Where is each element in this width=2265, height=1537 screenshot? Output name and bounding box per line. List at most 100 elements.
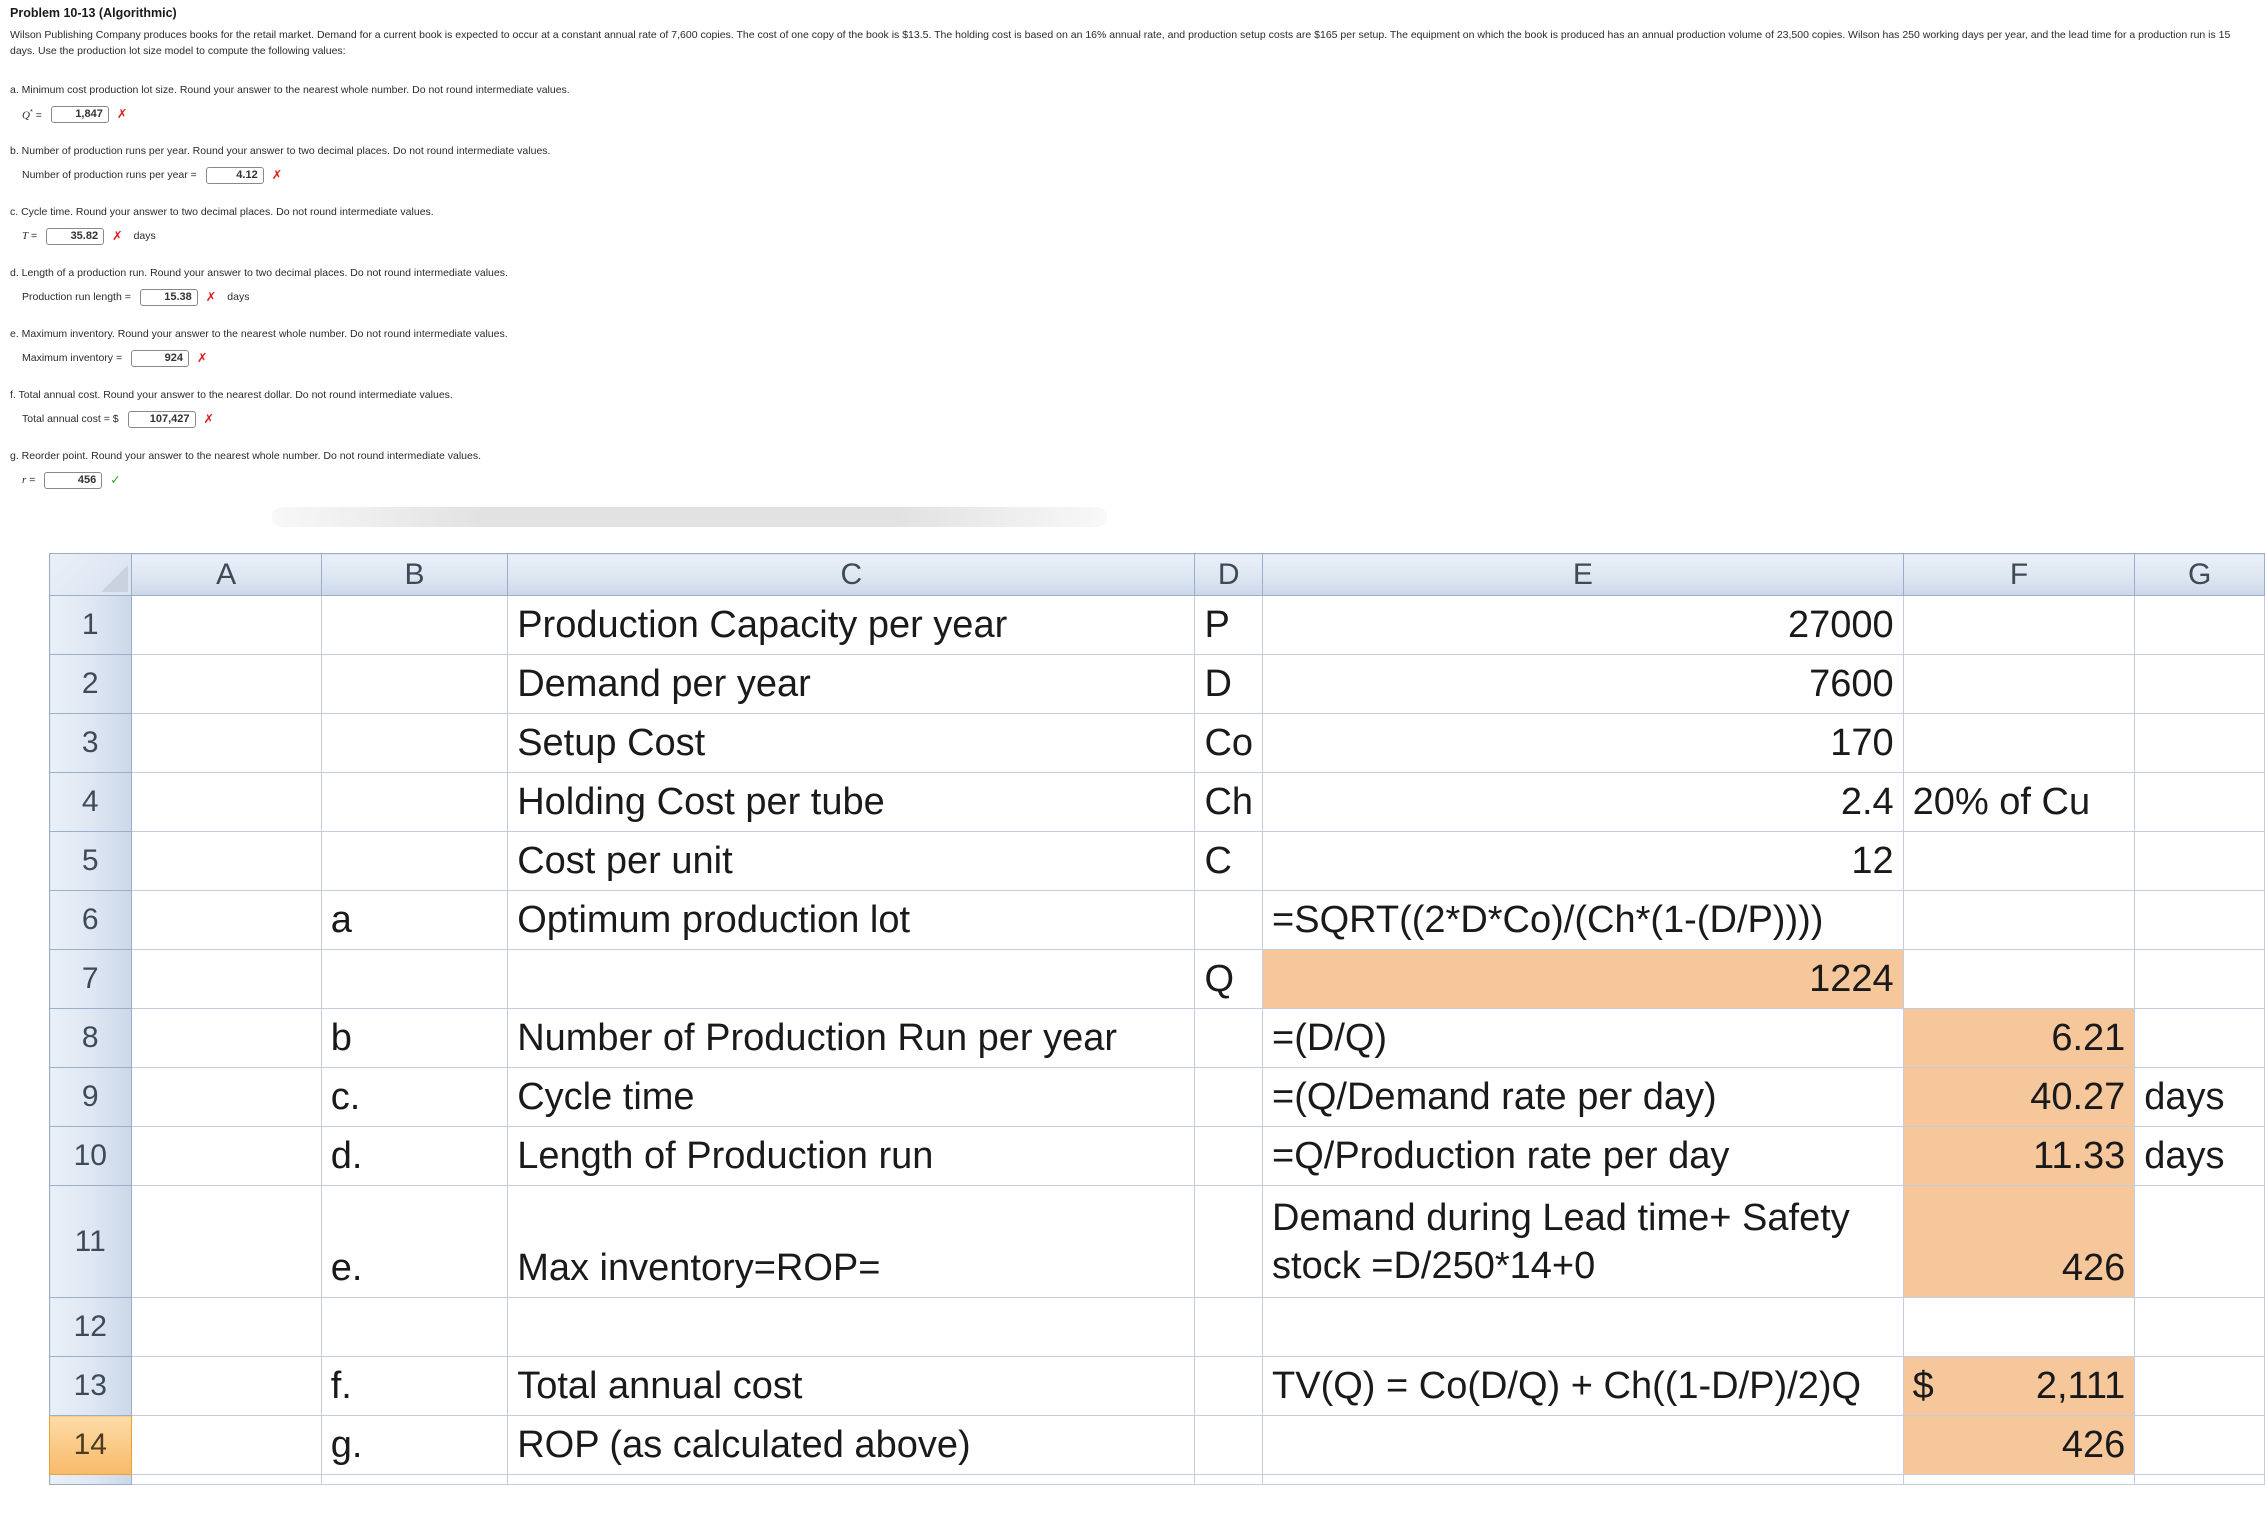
cell-G3 — [2134, 713, 2265, 773]
answer-input-c[interactable]: 35.82 — [46, 227, 105, 245]
page: Problem 10-13 (Algorithmic) Wilson Publi… — [0, 0, 2265, 1537]
column-header-E[interactable]: E — [1262, 553, 1904, 596]
row-header-7[interactable]: 7 — [49, 949, 132, 1009]
cell-D2: D — [1194, 654, 1264, 714]
row-header-9[interactable]: 9 — [49, 1067, 132, 1127]
cell-A6 — [130, 890, 322, 950]
cell-G7 — [2134, 949, 2265, 1009]
cell-B14: g. — [320, 1415, 509, 1475]
cell-G11 — [2134, 1185, 2265, 1298]
part-prompt: b. Number of production runs per year. R… — [10, 145, 551, 157]
cell-partial — [1902, 1474, 2136, 1485]
cell-C14: ROP (as calculated above) — [507, 1415, 1196, 1475]
correct-icon: ✓ — [110, 471, 121, 487]
cell-C1: Production Capacity per year — [507, 595, 1196, 655]
answer-label: Production run length = — [22, 291, 134, 303]
part-answer-row: T = 35.82 ✗ days — [22, 225, 156, 247]
row-header-14[interactable]: 14 — [49, 1415, 132, 1475]
cell-E7: 1224 — [1262, 949, 1904, 1009]
column-header-G[interactable]: G — [2134, 553, 2265, 596]
cell-E2: 7600 — [1262, 654, 1904, 714]
cell-B7 — [320, 949, 509, 1009]
cell-G9: days — [2134, 1067, 2265, 1127]
row-header-4[interactable]: 4 — [49, 772, 132, 832]
row-header-15[interactable] — [49, 1474, 132, 1485]
spreadsheet-table: A B C D E F G 1 Production Capacity per year P 270… — [49, 553, 2265, 1485]
answer-unit: days — [227, 291, 250, 303]
cell-E6: =SQRT((2*D*Co)/(Ch*(1-(D/P)))) — [1262, 890, 1904, 950]
cell-partial — [507, 1474, 1196, 1485]
answer-input-b[interactable]: 4.12 — [205, 166, 264, 184]
currency-symbol: $ — [1912, 1365, 1934, 1407]
cell-D7: Q — [1194, 949, 1264, 1009]
answer-label: T = — [22, 230, 41, 242]
cell-B4 — [320, 772, 509, 832]
cell-B12 — [320, 1297, 509, 1357]
row-header-12[interactable]: 12 — [49, 1297, 132, 1357]
part-answer-row: Total annual cost = $ 107,427 ✗ — [22, 408, 214, 430]
spreadsheet: A B C D E F G 1 Production Capacity per year P 270… — [49, 553, 2265, 1485]
answer-value: 15.38 — [164, 291, 192, 303]
column-header-F[interactable]: F — [1902, 553, 2136, 596]
cell-partial — [1262, 1474, 1904, 1485]
cell-C11: Max inventory=ROP= — [507, 1185, 1196, 1298]
cell-A9 — [130, 1067, 322, 1127]
column-header-A[interactable]: A — [130, 553, 322, 596]
row-header-2[interactable]: 2 — [49, 654, 132, 714]
cell-D8 — [1194, 1008, 1264, 1068]
cell-F13: $2,111 — [1902, 1356, 2136, 1416]
cell-D4: Ch — [1194, 772, 1264, 832]
currency-amount: 2,111 — [2035, 1365, 2126, 1407]
cell-A14 — [130, 1415, 322, 1475]
answer-label: r = — [22, 474, 39, 486]
part-answer-row: Maximum inventory = 924 ✗ — [22, 347, 207, 369]
select-all-corner[interactable] — [49, 553, 132, 596]
row-header-5[interactable]: 5 — [49, 831, 132, 891]
answer-input-f[interactable]: 107,427 — [127, 410, 196, 428]
answer-unit: days — [133, 230, 156, 242]
cell-A4 — [130, 772, 322, 832]
part-prompt: f. Total annual cost. Round your answer … — [10, 389, 453, 401]
cell-C8: Number of Production Run per year — [507, 1008, 1196, 1068]
cell-E14 — [1262, 1415, 1904, 1475]
row-header-10[interactable]: 10 — [49, 1126, 132, 1186]
answer-input-a[interactable]: 1,847 — [50, 105, 109, 123]
row-header-6[interactable]: 6 — [49, 890, 132, 950]
part-d: d. Length of a production run. Round you… — [10, 267, 1410, 323]
part-answer-row: Number of production runs per year = 4.1… — [22, 164, 282, 186]
row-header-3[interactable]: 3 — [49, 713, 132, 773]
row-header-11[interactable]: 11 — [49, 1185, 132, 1298]
part-prompt: d. Length of a production run. Round you… — [10, 267, 508, 279]
cell-C2: Demand per year — [507, 654, 1196, 714]
cell-F14: 426 — [1902, 1415, 2136, 1475]
cell-D6 — [1194, 890, 1264, 950]
part-answer-row: Q* = 1,847 ✗ — [22, 103, 127, 125]
cell-B13: f. — [320, 1356, 509, 1416]
answer-input-g[interactable]: 456 — [44, 471, 103, 489]
incorrect-icon: ✗ — [271, 166, 283, 182]
cell-A10 — [130, 1126, 322, 1186]
cell-partial — [130, 1474, 322, 1485]
incorrect-icon: ✗ — [203, 410, 215, 426]
answer-value: 1,847 — [75, 108, 103, 120]
answer-input-d[interactable]: 15.38 — [139, 288, 198, 306]
row-header-1[interactable]: 1 — [49, 595, 132, 655]
column-header-C[interactable]: C — [507, 553, 1196, 596]
answer-value: 4.12 — [236, 169, 258, 181]
cell-C3: Setup Cost — [507, 713, 1196, 773]
row-header-13[interactable]: 13 — [49, 1356, 132, 1416]
cell-partial — [1194, 1474, 1264, 1485]
cell-C9: Cycle time — [507, 1067, 1196, 1127]
answer-input-e[interactable]: 924 — [131, 349, 189, 367]
answer-value: 924 — [164, 352, 183, 364]
row-header-8[interactable]: 8 — [49, 1008, 132, 1068]
column-header-D[interactable]: D — [1194, 553, 1264, 596]
cell-B6: a — [320, 890, 509, 950]
cell-D11 — [1194, 1185, 1264, 1298]
incorrect-icon: ✗ — [205, 288, 217, 304]
cell-A5 — [130, 831, 322, 891]
cell-D5: C — [1194, 831, 1264, 891]
column-header-B[interactable]: B — [320, 553, 509, 596]
cell-D9 — [1194, 1067, 1264, 1127]
cell-D13 — [1194, 1356, 1264, 1416]
